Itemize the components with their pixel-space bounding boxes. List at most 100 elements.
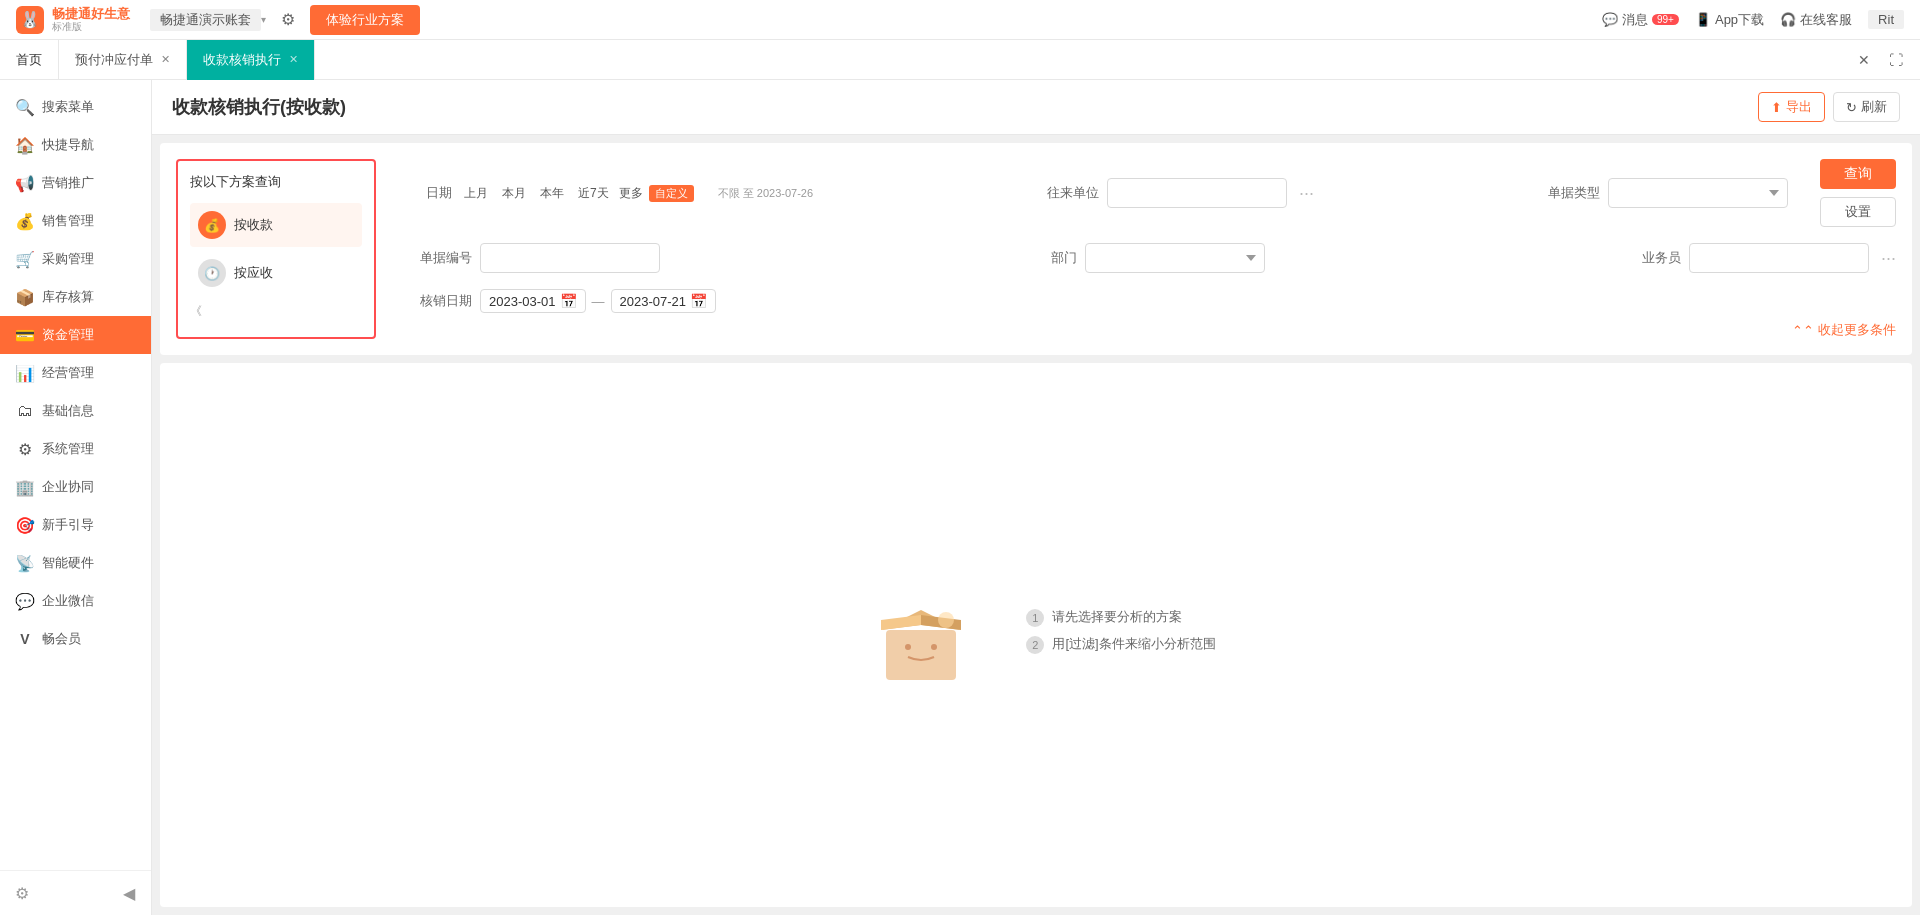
dept-select[interactable] <box>1085 243 1265 273</box>
sidebar-settings-btn[interactable]: ⚙ <box>8 879 36 907</box>
writeoff-start-input[interactable]: 2023-03-01 📅 <box>480 289 586 313</box>
filter-option-receivable[interactable]: 🕐 按应收 <box>190 251 362 295</box>
sidebar-item-search[interactable]: 🔍 搜索菜单 <box>0 88 151 126</box>
filter-panel: 按以下方案查询 💰 按收款 🕐 按应收 《 <box>160 143 1912 355</box>
tab-collection-close[interactable]: ✕ <box>289 53 298 66</box>
date-shortcuts: 上月 本月 本年 近7天 更多 自定义 <box>460 183 694 204</box>
settings-icon[interactable]: ⚙ <box>274 6 302 34</box>
filter-settings-button[interactable]: 设置 <box>1820 197 1896 227</box>
date-range: 2023-03-01 📅 — 2023-07-21 📅 <box>480 289 716 313</box>
date-custom-tag[interactable]: 自定义 <box>649 185 694 202</box>
collapse-button[interactable]: ⌃⌃ 收起更多条件 <box>1792 321 1896 339</box>
empty-content: 1 请先选择要分析的方案 2 用[过滤]条件来缩小分析范围 <box>856 570 1215 700</box>
date-last-month[interactable]: 上月 <box>460 183 492 204</box>
sidebar-item-basic[interactable]: 🗂 基础信息 <box>0 392 151 430</box>
user-name-display[interactable]: Rit <box>1868 10 1904 29</box>
sidebar-item-member[interactable]: V 畅会员 <box>0 620 151 658</box>
operations-icon: 📊 <box>16 364 34 382</box>
staff-dots[interactable]: ··· <box>1881 248 1896 269</box>
sidebar-item-inventory-label: 库存核算 <box>42 288 94 306</box>
filter-scheme-panel: 按以下方案查询 💰 按收款 🕐 按应收 《 <box>176 159 376 339</box>
empty-state: 1 请先选择要分析的方案 2 用[过滤]条件来缩小分析范围 <box>160 363 1912 907</box>
purchase-icon: 🛒 <box>16 250 34 268</box>
sidebar-item-quick-nav[interactable]: 🏠 快捷导航 <box>0 126 151 164</box>
sidebar-item-operations-label: 经营管理 <box>42 364 94 382</box>
brand-name: 畅捷通好生意 <box>52 6 130 22</box>
dept-label: 部门 <box>997 249 1077 267</box>
svg-point-6 <box>938 612 954 628</box>
tab-close-btn[interactable]: ✕ <box>1852 48 1876 72</box>
filter-fields: 日期 上月 本月 本年 近7天 更多 自定义 <box>392 159 1896 339</box>
filter-layout: 按以下方案查询 💰 按收款 🕐 按应收 《 <box>176 159 1896 339</box>
tab-home[interactable]: 首页 <box>0 40 59 80</box>
receivable-option-icon: 🕐 <box>198 259 226 287</box>
step2-text: 用[过滤]条件来缩小分析范围 <box>1052 635 1215 653</box>
staff-input[interactable] <box>1689 243 1869 273</box>
sidebar-item-hardware[interactable]: 📡 智能硬件 <box>0 544 151 582</box>
sidebar-item-inventory[interactable]: 📦 库存核算 <box>0 278 151 316</box>
filter-row-1: 日期 上月 本月 本年 近7天 更多 自定义 <box>392 159 1896 227</box>
export-button[interactable]: ⬆ 导出 <box>1758 92 1825 122</box>
tab-collection-label: 收款核销执行 <box>203 51 281 69</box>
refresh-icon: ↻ <box>1846 100 1857 115</box>
chevron-up-icon: ⌃⌃ <box>1792 323 1814 338</box>
app-logo-icon: 🐰 <box>16 6 44 34</box>
sidebar-item-wechat[interactable]: 💬 企业微信 <box>0 582 151 620</box>
sidebar-item-enterprise[interactable]: 🏢 企业协同 <box>0 468 151 506</box>
edition-label: 标准版 <box>52 21 130 33</box>
sidebar-item-guide[interactable]: 🎯 新手引导 <box>0 506 151 544</box>
refresh-button[interactable]: ↻ 刷新 <box>1833 92 1900 122</box>
search-icon: 🔍 <box>16 98 34 116</box>
marketing-icon: 📢 <box>16 174 34 192</box>
sidebar-item-member-label: 畅会员 <box>42 630 81 648</box>
export-label: 导出 <box>1786 98 1812 116</box>
sidebar-item-purchase-label: 采购管理 <box>42 250 94 268</box>
solution-button[interactable]: 体验行业方案 <box>310 5 420 35</box>
tab-collection[interactable]: 收款核销执行 ✕ <box>187 40 315 80</box>
sidebar-item-purchase[interactable]: 🛒 采购管理 <box>0 240 151 278</box>
vendor-input[interactable] <box>1107 178 1287 208</box>
tab-prepay[interactable]: 预付冲应付单 ✕ <box>59 40 187 80</box>
vendor-field: 往来单位 ··· <box>1019 178 1314 208</box>
sidebar-collapse-btn[interactable]: ◀ <box>115 879 143 907</box>
sidebar-item-sales[interactable]: 💰 销售管理 <box>0 202 151 240</box>
service-icon: 🎧 <box>1780 12 1796 27</box>
sidebar-item-operations[interactable]: 📊 经营管理 <box>0 354 151 392</box>
tab-expand-btn[interactable]: ⛶ <box>1884 48 1908 72</box>
date-more[interactable]: 更多 <box>619 185 643 202</box>
doc-type-field: 单据类型 <box>1520 178 1788 208</box>
sidebar-item-finance[interactable]: 💳 资金管理 <box>0 316 151 354</box>
message-label: 消息 <box>1622 11 1648 29</box>
refresh-label: 刷新 <box>1861 98 1887 116</box>
workspace-chevron[interactable]: ▾ <box>261 14 266 25</box>
online-service-btn[interactable]: 🎧 在线客服 <box>1780 11 1852 29</box>
date-7days[interactable]: 近7天 <box>574 183 613 204</box>
content-area: 收款核销执行(按收款) ⬆ 导出 ↻ 刷新 按以下方案查询 💰 <box>152 80 1920 915</box>
doc-type-select[interactable] <box>1608 178 1788 208</box>
writeoff-end-text: 2023-07-21 <box>620 294 687 309</box>
writeoff-date-field: 核销日期 2023-03-01 📅 — 2023-07-21 <box>392 289 716 313</box>
writeoff-start-text: 2023-03-01 <box>489 294 556 309</box>
message-btn[interactable]: 💬 消息 99+ <box>1602 11 1679 29</box>
filter-toggle-btn[interactable]: 《 <box>190 303 362 320</box>
date-this-year[interactable]: 本年 <box>536 183 568 204</box>
sidebar-item-system[interactable]: ⚙ 系统管理 <box>0 430 151 468</box>
online-service-label: 在线客服 <box>1800 11 1852 29</box>
vendor-dots[interactable]: ··· <box>1299 183 1314 204</box>
phone-icon: 📱 <box>1695 12 1711 27</box>
sidebar-item-marketing[interactable]: 📢 营销推广 <box>0 164 151 202</box>
filter-actions: 查询 设置 <box>1820 159 1896 227</box>
collapse-bar: ⌃⌃ 收起更多条件 <box>392 321 1896 339</box>
query-button[interactable]: 查询 <box>1820 159 1896 189</box>
receivable-option-label: 按应收 <box>234 264 273 282</box>
date-this-month[interactable]: 本月 <box>498 183 530 204</box>
empty-step-1: 1 请先选择要分析的方案 <box>1026 608 1215 627</box>
tab-prepay-close[interactable]: ✕ <box>161 53 170 66</box>
filter-option-receipt[interactable]: 💰 按收款 <box>190 203 362 247</box>
tab-controls: ✕ ⛶ <box>1852 48 1920 72</box>
date-field: 日期 上月 本月 本年 近7天 更多 自定义 <box>392 183 694 204</box>
writeoff-end-input[interactable]: 2023-07-21 📅 <box>611 289 717 313</box>
doc-no-input[interactable] <box>480 243 660 273</box>
app-download-btn[interactable]: 📱 App下载 <box>1695 11 1764 29</box>
inventory-icon: 📦 <box>16 288 34 306</box>
